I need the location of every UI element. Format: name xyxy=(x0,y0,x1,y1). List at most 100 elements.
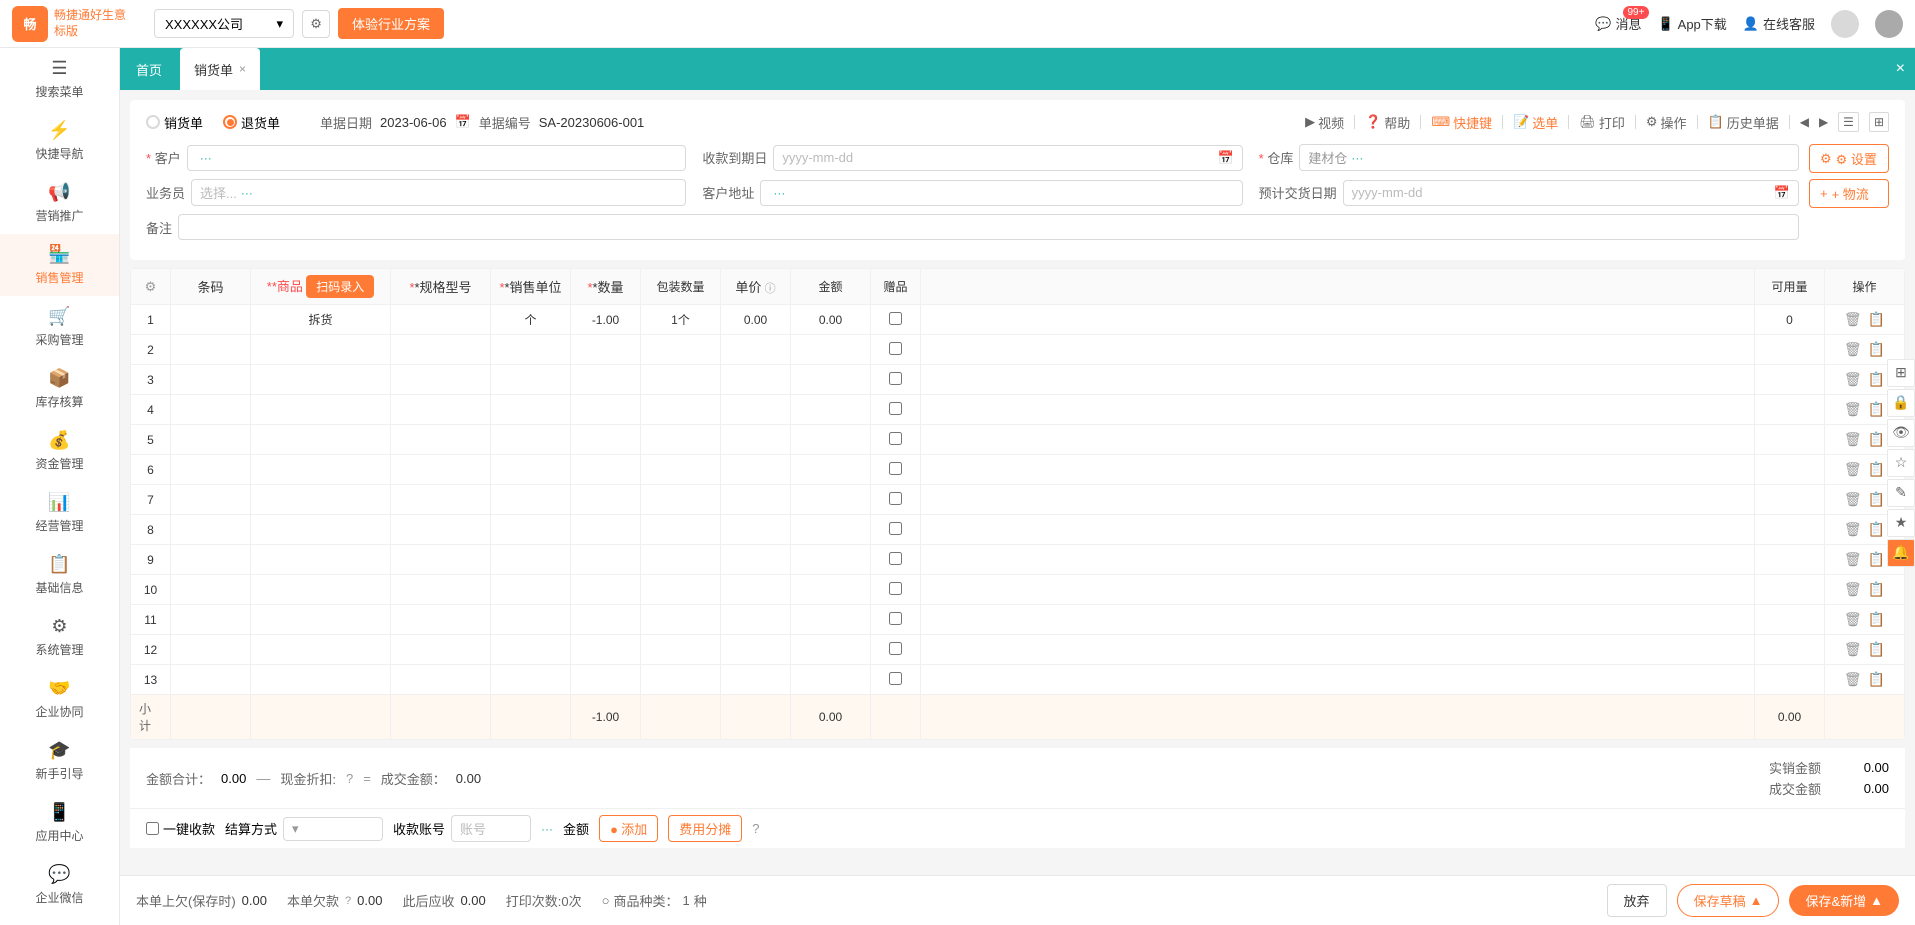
cell-price[interactable]: 0.00 xyxy=(721,305,791,335)
cell-barcode[interactable] xyxy=(171,425,251,455)
cell-barcode[interactable] xyxy=(171,485,251,515)
cell-product[interactable] xyxy=(251,335,391,365)
action-select[interactable]: 📝 选单 xyxy=(1513,113,1558,132)
sidebar-item-quicknav[interactable]: ⚡ 快捷导航 xyxy=(0,110,119,172)
rt-eye-icon[interactable]: 👁 xyxy=(1887,419,1915,447)
cell-spec[interactable] xyxy=(391,425,491,455)
logistics-button[interactable]: + + 物流 xyxy=(1809,179,1889,208)
th-settings-icon[interactable]: ⚙ xyxy=(145,279,157,294)
cell-gift[interactable] xyxy=(871,365,921,395)
cell-price[interactable] xyxy=(721,425,791,455)
save-new-button[interactable]: 保存&新增 ▲ xyxy=(1789,885,1899,916)
action-history[interactable]: 📋 历史单据 xyxy=(1708,113,1779,132)
gift-checkbox[interactable] xyxy=(889,402,902,415)
cell-product[interactable] xyxy=(251,545,391,575)
cell-gift[interactable] xyxy=(871,545,921,575)
cell-product[interactable] xyxy=(251,635,391,665)
cell-price[interactable] xyxy=(721,485,791,515)
expense-help-icon[interactable]: ? xyxy=(752,821,759,836)
delete-row-icon[interactable]: 🗑 xyxy=(1844,671,1862,688)
delete-row-icon[interactable]: 🗑 xyxy=(1844,401,1862,418)
cell-gift[interactable] xyxy=(871,335,921,365)
cell-product[interactable] xyxy=(251,485,391,515)
gift-checkbox[interactable] xyxy=(889,492,902,505)
sidebar-item-management[interactable]: 📊 经营管理 xyxy=(0,482,119,544)
cell-product[interactable] xyxy=(251,605,391,635)
delete-row-icon[interactable]: 🗑 xyxy=(1844,521,1862,538)
cell-gift[interactable] xyxy=(871,305,921,335)
one-click-payment-checkbox[interactable]: 一键收款 xyxy=(146,819,215,838)
cell-product[interactable] xyxy=(251,515,391,545)
cell-barcode[interactable] xyxy=(171,575,251,605)
copy-row-icon[interactable]: 📋 xyxy=(1868,341,1885,358)
sidebar-item-cooperation[interactable]: 🤝 企业协同 xyxy=(0,668,119,730)
action-shortcut[interactable]: ⌨ 快捷键 xyxy=(1431,113,1492,132)
cell-amount[interactable] xyxy=(791,455,871,485)
cell-unit[interactable] xyxy=(491,365,571,395)
cell-product[interactable] xyxy=(251,365,391,395)
copy-row-icon[interactable]: 📋 xyxy=(1868,641,1885,658)
cell-gift[interactable] xyxy=(871,665,921,695)
cell-barcode[interactable] xyxy=(171,515,251,545)
cell-pkg-qty[interactable] xyxy=(641,455,721,485)
cell-spec[interactable] xyxy=(391,665,491,695)
delete-row-icon[interactable]: 🗑 xyxy=(1844,311,1862,328)
cell-pkg-qty[interactable] xyxy=(641,365,721,395)
one-click-payment-check[interactable] xyxy=(146,822,159,835)
cell-gift[interactable] xyxy=(871,575,921,605)
cell-unit[interactable] xyxy=(491,575,571,605)
cell-spec[interactable] xyxy=(391,515,491,545)
cell-unit[interactable] xyxy=(491,455,571,485)
tab-home[interactable]: 首页 xyxy=(120,48,178,90)
cell-qty[interactable] xyxy=(571,485,641,515)
cell-qty[interactable] xyxy=(571,365,641,395)
cell-qty[interactable] xyxy=(571,425,641,455)
add-payment-button[interactable]: ● 添加 xyxy=(599,815,658,842)
cell-price[interactable] xyxy=(721,545,791,575)
sidebar-item-purchase[interactable]: 🛒 采购管理 xyxy=(0,296,119,358)
delete-row-icon[interactable]: 🗑 xyxy=(1844,431,1862,448)
radio-return[interactable]: 退货单 xyxy=(223,113,280,132)
warehouse-input[interactable]: 建材仓 ··· xyxy=(1299,144,1799,171)
rt-edit-icon[interactable]: ✎ xyxy=(1887,479,1915,507)
cell-qty[interactable] xyxy=(571,335,641,365)
copy-row-icon[interactable]: 📋 xyxy=(1868,401,1885,418)
cell-spec[interactable] xyxy=(391,395,491,425)
gift-checkbox[interactable] xyxy=(889,342,902,355)
delete-row-icon[interactable]: 🗑 xyxy=(1844,641,1862,658)
cell-barcode[interactable] xyxy=(171,395,251,425)
window-close-icon[interactable]: × xyxy=(1896,60,1905,77)
cell-amount[interactable] xyxy=(791,575,871,605)
sidebar-item-search[interactable]: ☰ 搜索菜单 xyxy=(0,48,119,110)
delete-row-icon[interactable]: 🗑 xyxy=(1844,371,1862,388)
action-video[interactable]: ▶ 视频 xyxy=(1305,113,1344,132)
cell-unit[interactable] xyxy=(491,635,571,665)
cell-qty[interactable]: -1.00 xyxy=(571,305,641,335)
cell-price[interactable] xyxy=(721,365,791,395)
cell-qty[interactable] xyxy=(571,605,641,635)
cell-qty[interactable] xyxy=(571,395,641,425)
cell-product[interactable] xyxy=(251,575,391,605)
sidebar-item-basic[interactable]: 📋 基础信息 xyxy=(0,544,119,606)
cell-pkg-qty[interactable] xyxy=(641,425,721,455)
cell-spec[interactable] xyxy=(391,485,491,515)
cell-amount[interactable] xyxy=(791,665,871,695)
sidebar-item-system[interactable]: ⚙ 系统管理 xyxy=(0,606,119,668)
customer-addr-input[interactable]: ··· xyxy=(760,180,1242,206)
salesperson-more-icon[interactable]: ··· xyxy=(241,186,253,200)
copy-row-icon[interactable]: 📋 xyxy=(1868,491,1885,508)
sidebar-item-finance[interactable]: 💰 资金管理 xyxy=(0,420,119,482)
cell-price[interactable] xyxy=(721,635,791,665)
cell-product[interactable] xyxy=(251,425,391,455)
cell-spec[interactable] xyxy=(391,605,491,635)
cell-barcode[interactable] xyxy=(171,305,251,335)
cell-pkg-qty[interactable] xyxy=(641,545,721,575)
cell-pkg-qty[interactable]: 1个 xyxy=(641,305,721,335)
copy-row-icon[interactable]: 📋 xyxy=(1868,611,1885,628)
cell-unit[interactable] xyxy=(491,545,571,575)
cell-spec[interactable] xyxy=(391,305,491,335)
rt-orange-icon[interactable]: 🔔 xyxy=(1887,539,1915,567)
message-button[interactable]: 💬 消息 99+ xyxy=(1595,14,1641,33)
cell-barcode[interactable] xyxy=(171,545,251,575)
cell-product[interactable] xyxy=(251,455,391,485)
